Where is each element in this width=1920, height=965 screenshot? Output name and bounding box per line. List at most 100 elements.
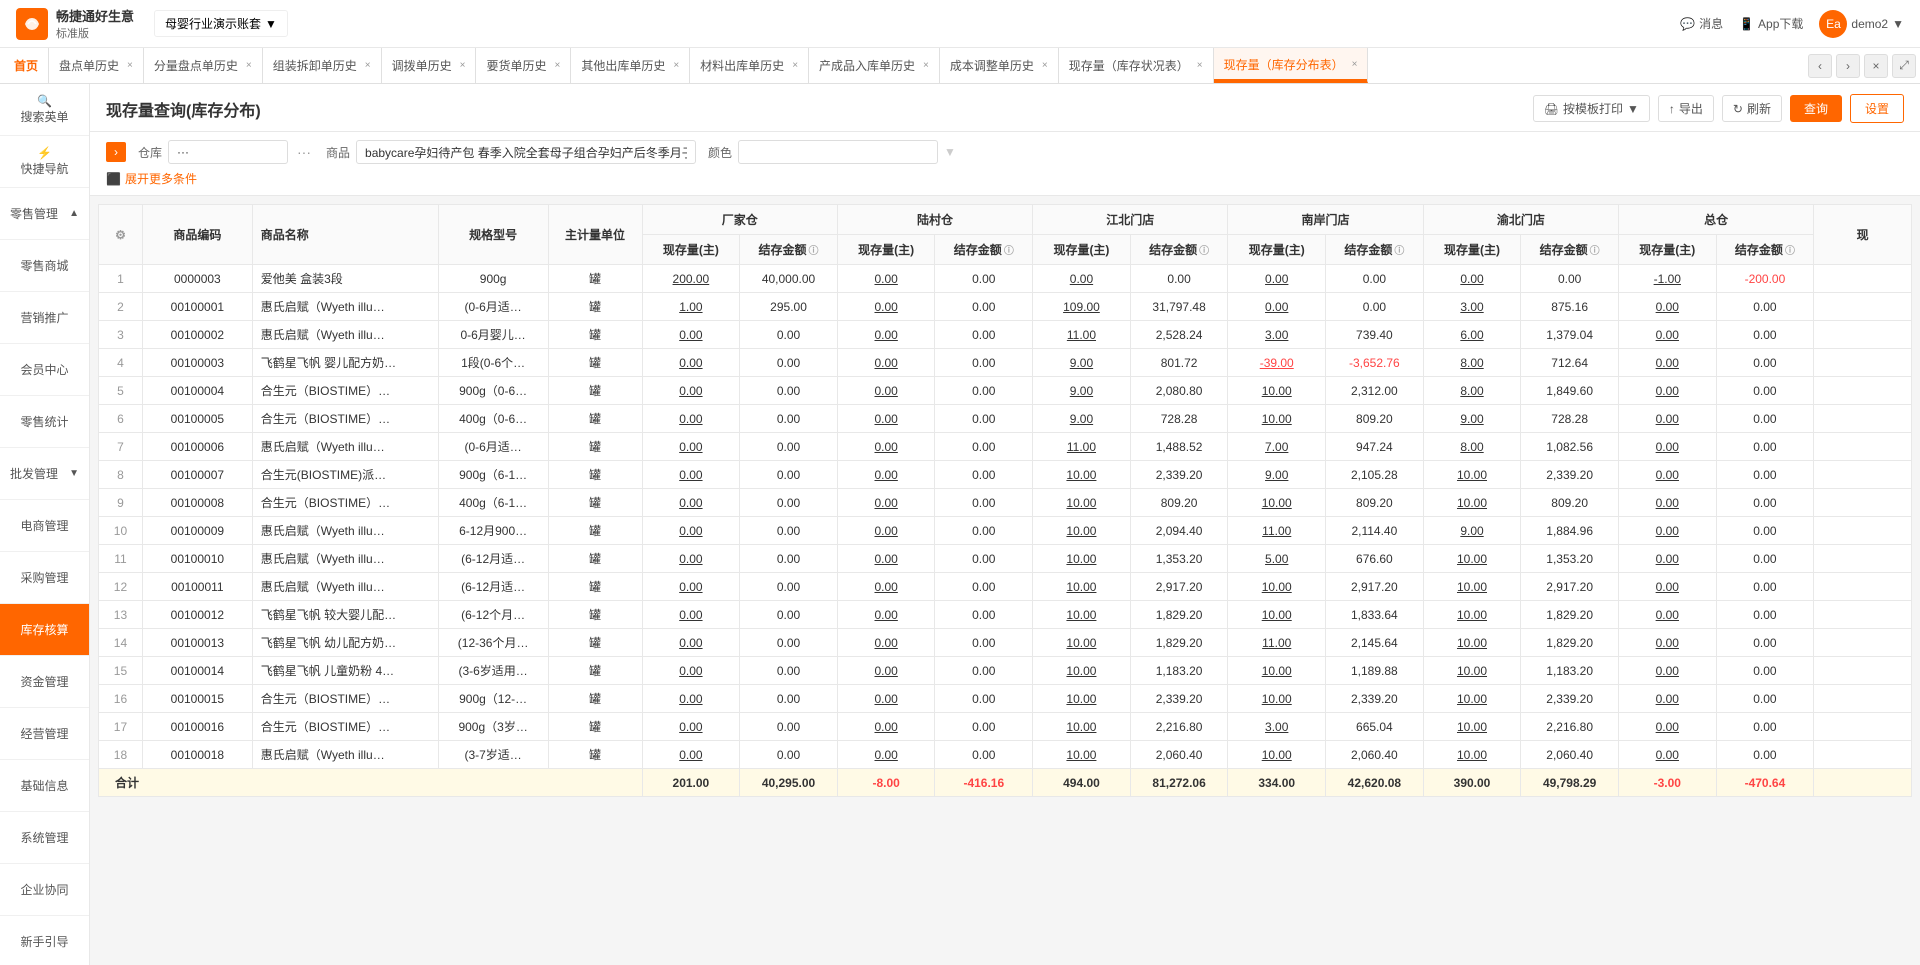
table-cell-link[interactable]: 8.00	[1423, 433, 1521, 461]
table-cell-link[interactable]: 0.00	[837, 265, 935, 293]
gear-icon[interactable]: ⚙	[115, 228, 126, 242]
tab-material-out-close[interactable]: ×	[792, 60, 798, 71]
table-cell-link[interactable]: 5.00	[1228, 545, 1326, 573]
sidebar-item-member[interactable]: 会员中心	[0, 344, 89, 396]
sidebar-item-retail-mgmt[interactable]: 零售管理 ▲	[0, 188, 89, 240]
warehouse-input[interactable]	[168, 140, 288, 164]
table-cell-link[interactable]: 0.00	[837, 629, 935, 657]
sidebar-item-retail-stats[interactable]: 零售统计	[0, 396, 89, 448]
tab-close-all-btn[interactable]: ×	[1864, 54, 1888, 78]
table-cell-link[interactable]: 10.00	[1423, 461, 1521, 489]
tab-product-in-close[interactable]: ×	[923, 60, 929, 71]
table-cell-link[interactable]: 0.00	[1423, 265, 1521, 293]
table-cell-link[interactable]: 0.00	[642, 685, 740, 713]
tab-cost-adjust-close[interactable]: ×	[1042, 60, 1048, 71]
table-cell-link[interactable]: 0.00	[642, 517, 740, 545]
table-cell-link[interactable]: 0.00	[1618, 685, 1716, 713]
table-cell-link[interactable]: 0.00	[1618, 293, 1716, 321]
table-cell-link[interactable]: 11.00	[1033, 321, 1131, 349]
warehouse-clear-btn[interactable]: ···	[294, 144, 314, 160]
table-cell-link[interactable]: 200.00	[642, 265, 740, 293]
tab-purchase[interactable]: 要货单历史 ×	[476, 48, 571, 83]
industry-selector[interactable]: 母婴行业演示账套 ▼	[154, 10, 288, 37]
sidebar-item-purchase[interactable]: 采购管理	[0, 552, 89, 604]
info-icon-5[interactable]: ⓘ	[1590, 246, 1600, 257]
tab-stock-status[interactable]: 现存量（库存状况表） ×	[1059, 48, 1214, 83]
table-cell-link[interactable]: 0.00	[642, 349, 740, 377]
table-cell-link[interactable]: 0.00	[642, 573, 740, 601]
tab-stock-dist[interactable]: 现存量（库存分布表） ×	[1214, 48, 1369, 83]
color-input[interactable]	[738, 140, 938, 164]
table-cell-link[interactable]: 0.00	[837, 405, 935, 433]
table-cell-link[interactable]: 10.00	[1228, 741, 1326, 769]
table-cell-link[interactable]: 10.00	[1033, 461, 1131, 489]
sidebar-item-finance[interactable]: 资金管理	[0, 656, 89, 708]
table-cell-link[interactable]: 9.00	[1033, 405, 1131, 433]
tab-home[interactable]: 首页	[4, 48, 49, 83]
table-cell-link[interactable]: 10.00	[1228, 601, 1326, 629]
table-cell-link[interactable]: 0.00	[1618, 405, 1716, 433]
tab-other-out-close[interactable]: ×	[673, 60, 679, 71]
sidebar-item-ecommerce[interactable]: 电商管理	[0, 500, 89, 552]
setting-btn[interactable]: 设置	[1850, 94, 1904, 123]
user-menu[interactable]: Ea demo2 ▼	[1819, 10, 1904, 38]
tab-combine-close[interactable]: ×	[365, 60, 371, 71]
table-cell-link[interactable]: 10.00	[1423, 741, 1521, 769]
table-cell-link[interactable]: 0.00	[642, 405, 740, 433]
table-cell-link[interactable]: 9.00	[1033, 349, 1131, 377]
filter-toggle-btn[interactable]: ›	[106, 142, 126, 162]
table-cell-link[interactable]: 1.00	[642, 293, 740, 321]
table-cell-link[interactable]: 3.00	[1228, 321, 1326, 349]
table-cell-link[interactable]: 11.00	[1228, 517, 1326, 545]
table-cell-link[interactable]: 0.00	[1618, 657, 1716, 685]
table-cell-link[interactable]: 0.00	[1228, 265, 1326, 293]
table-cell-link[interactable]: 0.00	[1618, 713, 1716, 741]
table-cell-link[interactable]: 0.00	[837, 601, 935, 629]
table-cell-link[interactable]: 0.00	[1618, 573, 1716, 601]
table-cell-link[interactable]: 0.00	[1618, 377, 1716, 405]
expand-conditions-btn[interactable]: ⬛ 展开更多条件	[106, 170, 1904, 187]
table-cell-link[interactable]: 0.00	[1033, 265, 1131, 293]
app-download-btn[interactable]: 📱 App下载	[1739, 15, 1803, 32]
goods-input[interactable]	[356, 140, 696, 164]
table-cell-link[interactable]: 9.00	[1423, 517, 1521, 545]
info-icon-1[interactable]: ⓘ	[809, 246, 819, 257]
table-cell-link[interactable]: 0.00	[837, 349, 935, 377]
table-cell-link[interactable]: 10.00	[1423, 545, 1521, 573]
table-cell-link[interactable]: 0.00	[642, 321, 740, 349]
table-cell-link[interactable]: 10.00	[1033, 741, 1131, 769]
table-cell-link[interactable]: 0.00	[1618, 545, 1716, 573]
table-cell-link[interactable]: 0.00	[837, 685, 935, 713]
table-cell-link[interactable]: 10.00	[1033, 489, 1131, 517]
table-cell-link[interactable]: 7.00	[1228, 433, 1326, 461]
sidebar-item-enterprise[interactable]: 企业协同	[0, 864, 89, 916]
sidebar-item-new-guide[interactable]: 新手引导	[0, 916, 89, 965]
sidebar-item-operation[interactable]: 经营管理	[0, 708, 89, 760]
sidebar-item-system[interactable]: 系统管理	[0, 812, 89, 864]
tab-next-btn[interactable]: ›	[1836, 54, 1860, 78]
table-cell-link[interactable]: 10.00	[1423, 489, 1521, 517]
table-cell-link[interactable]: 3.00	[1228, 713, 1326, 741]
table-cell-link[interactable]: 0.00	[837, 461, 935, 489]
table-cell-link[interactable]: 3.00	[1423, 293, 1521, 321]
table-cell-link[interactable]: 0.00	[1618, 741, 1716, 769]
table-cell-link[interactable]: 0.00	[837, 433, 935, 461]
tab-purchase-close[interactable]: ×	[554, 60, 560, 71]
table-cell-link[interactable]: 9.00	[1228, 461, 1326, 489]
sidebar-item-retail-shop[interactable]: 零售商城	[0, 240, 89, 292]
table-cell-link[interactable]: 0.00	[642, 657, 740, 685]
tab-stock-status-close[interactable]: ×	[1197, 60, 1203, 71]
tab-split-stock[interactable]: 分量盘点单历史 ×	[144, 48, 263, 83]
table-cell-link[interactable]: 0.00	[642, 545, 740, 573]
table-cell-link[interactable]: 10.00	[1228, 405, 1326, 433]
table-cell-link[interactable]: 0.00	[642, 713, 740, 741]
table-cell-link[interactable]: 0.00	[1618, 321, 1716, 349]
refresh-btn[interactable]: ↻ 刷新	[1722, 95, 1782, 122]
table-cell-link[interactable]: 0.00	[1618, 601, 1716, 629]
table-cell-link[interactable]: 0.00	[837, 293, 935, 321]
export-btn[interactable]: ↑ 导出	[1658, 95, 1714, 122]
table-cell-link[interactable]: 10.00	[1228, 377, 1326, 405]
sidebar-item-quick-nav[interactable]: ⚡ 快捷导航	[0, 136, 89, 188]
table-cell-link[interactable]: 0.00	[1618, 461, 1716, 489]
table-cell-link[interactable]: 8.00	[1423, 377, 1521, 405]
